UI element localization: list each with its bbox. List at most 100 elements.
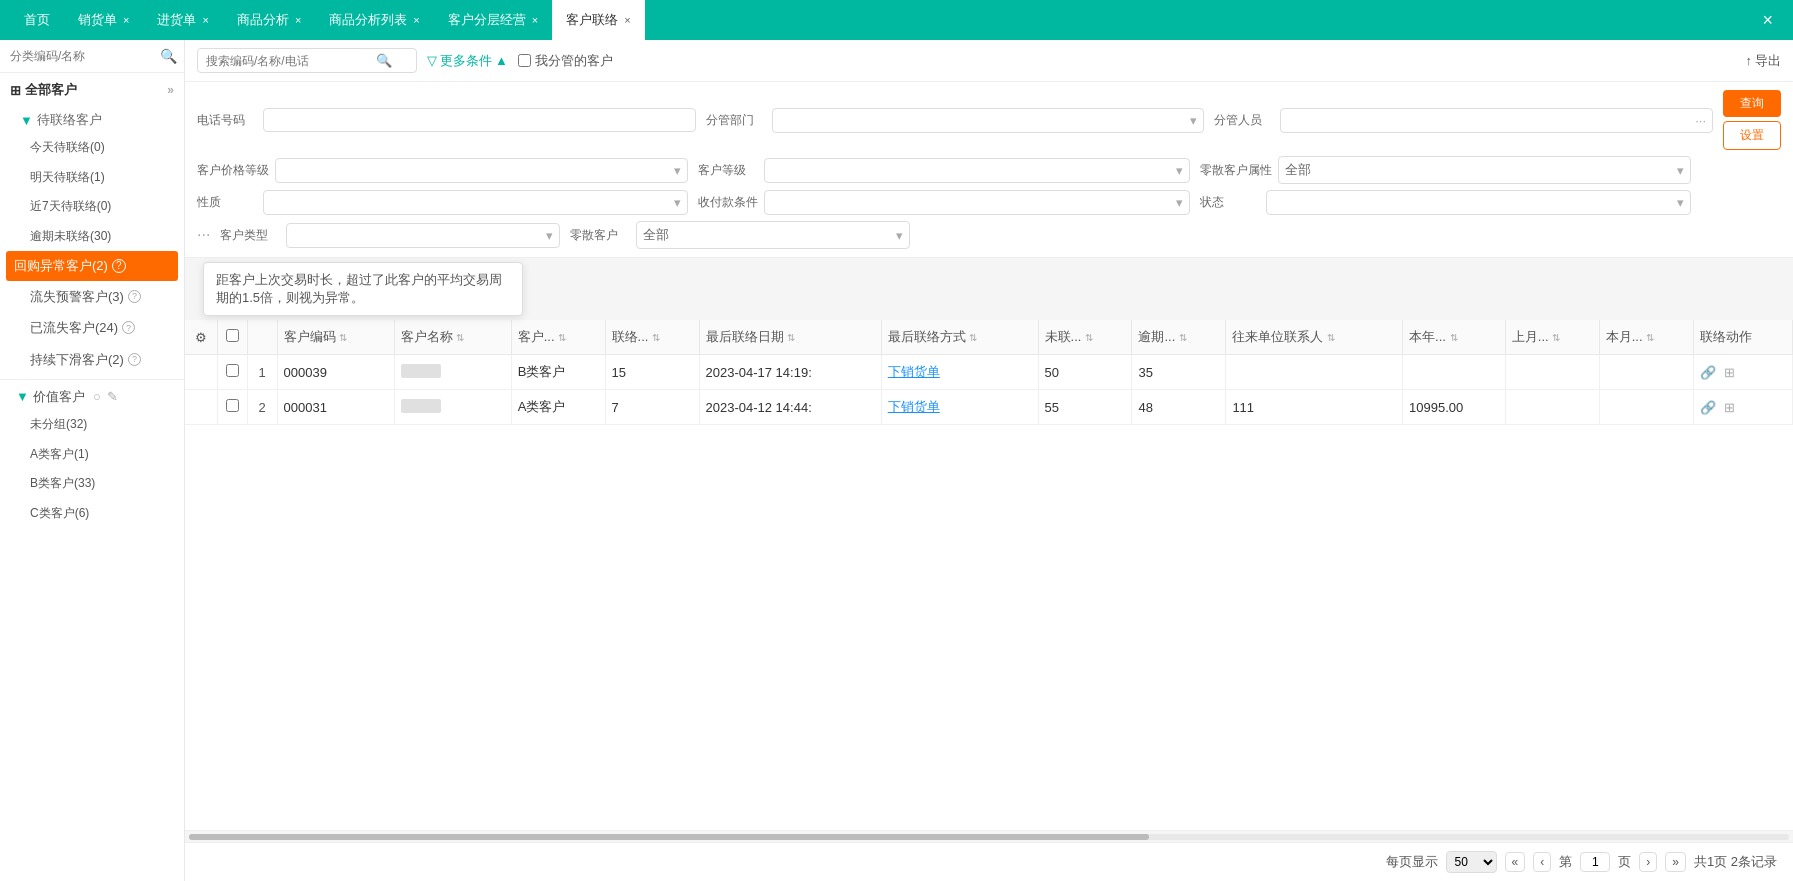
nav-close-customer-contact[interactable]: × xyxy=(624,0,630,40)
col-grade[interactable]: 客户... ⇅ xyxy=(511,320,605,355)
last-page-btn[interactable]: » xyxy=(1665,852,1686,872)
more-conditions-btn[interactable]: ▽ 更多条件 ▲ xyxy=(427,52,508,70)
nav-purchase-order[interactable]: 进货单 × xyxy=(143,0,222,40)
row-checkbox-cell[interactable] xyxy=(217,355,247,390)
sidebar-item-class-c[interactable]: C类客户(6) xyxy=(0,499,184,529)
first-page-btn[interactable]: « xyxy=(1505,852,1526,872)
nav-close-product-analysis[interactable]: × xyxy=(295,0,301,40)
col-this-month[interactable]: 本月... ⇅ xyxy=(1599,320,1693,355)
filter-retail-attr-select[interactable]: 全部 ▾ xyxy=(1278,156,1691,184)
prev-page-btn[interactable]: ‹ xyxy=(1533,852,1551,872)
settings-button[interactable]: 设置 xyxy=(1723,121,1781,150)
nav-close-product-analysis-list[interactable]: × xyxy=(413,0,419,40)
col-this-year[interactable]: 本年... ⇅ xyxy=(1403,320,1506,355)
col-uncontacted[interactable]: 未联... ⇅ xyxy=(1038,320,1132,355)
sidebar-all-customers[interactable]: ⊞ 全部客户 » xyxy=(0,73,184,107)
row-checkbox-1[interactable] xyxy=(226,399,239,412)
nav-product-analysis[interactable]: 商品分析 × xyxy=(223,0,315,40)
sidebar-search-input[interactable] xyxy=(10,49,160,63)
sidebar-item-churn-warning[interactable]: 流失预警客户(3) ? xyxy=(0,281,184,312)
sidebar-item-overdue-contact[interactable]: 逾期未联络(30) xyxy=(0,222,184,252)
filter-price-grade-select[interactable]: ▾ xyxy=(275,158,688,183)
col-customer-code[interactable]: 客户编码 ⇅ xyxy=(277,320,394,355)
row-last-method-cell[interactable]: 下销货单 xyxy=(881,390,1038,425)
col-checkbox[interactable] xyxy=(217,320,247,355)
page-number-input[interactable] xyxy=(1580,852,1610,872)
col-last-contact-date[interactable]: 最后联络日期 ⇅ xyxy=(699,320,881,355)
main-search-icon[interactable]: 🔍 xyxy=(376,53,392,68)
column-settings-icon[interactable]: ⚙ xyxy=(195,330,207,345)
action-link-icon-0[interactable]: 🔗 xyxy=(1700,365,1716,380)
sidebar-item-today-contact[interactable]: 今天待联络(0) xyxy=(0,133,184,163)
query-button[interactable]: 查询 xyxy=(1723,90,1781,117)
col-settings[interactable]: ⚙ xyxy=(185,320,217,355)
sort-icon-grade[interactable]: ⇅ xyxy=(558,332,566,343)
nav-product-analysis-list[interactable]: 商品分析列表 × xyxy=(315,0,433,40)
sort-icon-name[interactable]: ⇅ xyxy=(456,332,464,343)
sort-icon-last-date[interactable]: ⇅ xyxy=(787,332,795,343)
sidebar-collapse-btn[interactable]: » xyxy=(167,83,174,97)
row-checkbox-0[interactable] xyxy=(226,364,239,377)
main-search-input[interactable] xyxy=(206,54,376,68)
sort-icon-contact[interactable]: ⇅ xyxy=(652,332,660,343)
sort-icon-this-year[interactable]: ⇅ xyxy=(1450,332,1458,343)
nav-close-sales-order[interactable]: × xyxy=(123,0,129,40)
sidebar-item-class-a[interactable]: A类客户(1) xyxy=(0,440,184,470)
sort-icon-overdue[interactable]: ⇅ xyxy=(1179,332,1187,343)
sort-icon-this-month[interactable]: ⇅ xyxy=(1646,332,1654,343)
action-grid-icon-0[interactable]: ⊞ xyxy=(1724,365,1735,380)
sort-icon-method[interactable]: ⇅ xyxy=(969,332,977,343)
filter-status-select[interactable]: ▾ xyxy=(1266,190,1691,215)
nav-customer-contact[interactable]: 客户联络 × xyxy=(552,0,644,40)
filter-phone-input[interactable] xyxy=(263,108,696,132)
col-contact-count[interactable]: 联络... ⇅ xyxy=(605,320,699,355)
sidebar-item-class-b[interactable]: B类客户(33) xyxy=(0,469,184,499)
my-customers-checkbox[interactable] xyxy=(518,54,531,67)
filter-dept-select[interactable]: ▾ xyxy=(772,108,1205,133)
sort-icon-unit-contact[interactable]: ⇅ xyxy=(1327,332,1335,343)
col-last-month[interactable]: 上月... ⇅ xyxy=(1505,320,1599,355)
filter-retail-customer-select[interactable]: 全部 ▾ xyxy=(636,221,910,249)
nav-sales-order[interactable]: 销货单 × xyxy=(64,0,143,40)
action-link-icon-1[interactable]: 🔗 xyxy=(1700,400,1716,415)
row-checkbox-cell[interactable] xyxy=(217,390,247,425)
col-customer-name[interactable]: 客户名称 ⇅ xyxy=(394,320,511,355)
sidebar-search-icon[interactable]: 🔍 xyxy=(160,48,177,64)
filter-customer-grade-select[interactable]: ▾ xyxy=(764,158,1189,183)
export-button[interactable]: ↑ 导出 xyxy=(1746,52,1782,70)
col-last-contact-method[interactable]: 最后联络方式 ⇅ xyxy=(881,320,1038,355)
per-page-select[interactable]: 50 20 100 xyxy=(1446,851,1497,873)
sort-icon-code[interactable]: ⇅ xyxy=(339,332,347,343)
next-page-btn[interactable]: › xyxy=(1639,852,1657,872)
sidebar-item-tomorrow-contact[interactable]: 明天待联络(1) xyxy=(0,163,184,193)
sort-icon-last-month[interactable]: ⇅ xyxy=(1552,332,1560,343)
ellipsis-more-btn[interactable]: ··· xyxy=(197,226,210,244)
last-method-link-1[interactable]: 下销货单 xyxy=(888,399,940,414)
sidebar-item-declining-customers[interactable]: 持续下滑客户(2) ? xyxy=(0,344,184,375)
filter-manager-select[interactable]: ··· xyxy=(1280,108,1713,133)
sidebar-item-7days-contact[interactable]: 近7天待联络(0) xyxy=(0,192,184,222)
window-close-button[interactable]: × xyxy=(1752,10,1783,31)
sidebar-item-ungrouped[interactable]: 未分组(32) xyxy=(0,410,184,440)
sidebar-item-anomaly-repurchase[interactable]: 回购异常客户(2) ? xyxy=(6,251,178,280)
action-grid-icon-1[interactable]: ⊞ xyxy=(1724,400,1735,415)
row-last-method-cell[interactable]: 下销货单 xyxy=(881,355,1038,390)
scrollbar-thumb[interactable] xyxy=(189,834,1149,840)
sidebar-group-pending-contact[interactable]: ▼ 待联络客户 xyxy=(0,107,184,133)
select-all-checkbox[interactable] xyxy=(226,329,239,342)
filter-nature-select[interactable]: ▾ xyxy=(263,190,688,215)
value-customers-edit-icon[interactable]: ✎ xyxy=(107,389,118,404)
nav-close-customer-segmentation[interactable]: × xyxy=(532,0,538,40)
filter-payment-select[interactable]: ▾ xyxy=(764,190,1189,215)
filter-customer-type-select[interactable]: ▾ xyxy=(286,223,560,248)
nav-home[interactable]: 首页 xyxy=(10,0,64,40)
nav-customer-segmentation[interactable]: 客户分层经营 × xyxy=(434,0,552,40)
horizontal-scrollbar[interactable] xyxy=(185,830,1793,842)
sidebar-group-value-customers[interactable]: ▼ 价值客户 ○ ✎ xyxy=(0,384,184,410)
col-overdue[interactable]: 逾期... ⇅ xyxy=(1132,320,1226,355)
nav-close-purchase-order[interactable]: × xyxy=(202,0,208,40)
col-unit-contact[interactable]: 往来单位联系人 ⇅ xyxy=(1226,320,1403,355)
sidebar-item-churned-customers[interactable]: 已流失客户(24) ? xyxy=(0,312,184,343)
sort-icon-uncontacted[interactable]: ⇅ xyxy=(1085,332,1093,343)
last-method-link-0[interactable]: 下销货单 xyxy=(888,364,940,379)
